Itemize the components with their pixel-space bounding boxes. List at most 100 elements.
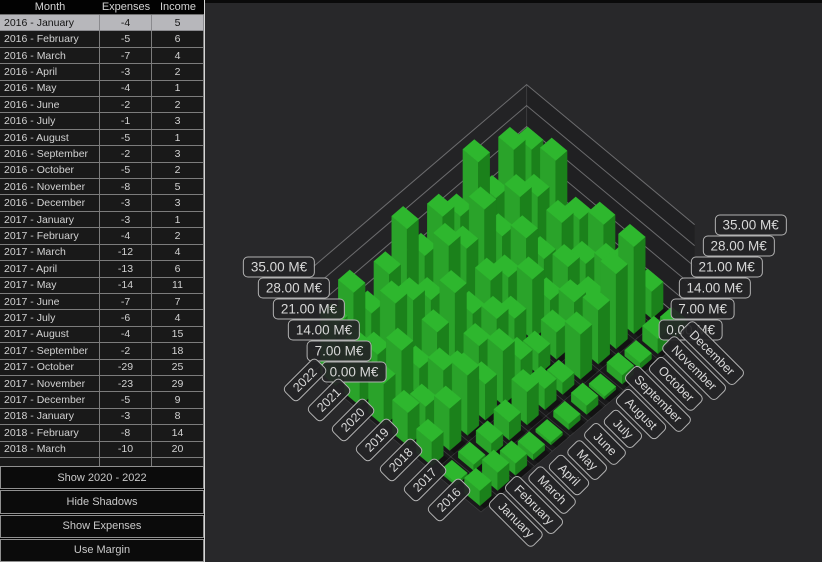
- table-row[interactable]: 2016 - September -2 3: [0, 146, 204, 163]
- table-row[interactable]: 2016 - February -5 6: [0, 31, 204, 48]
- cell-expenses: -3: [100, 64, 152, 81]
- cell-expenses: -8: [100, 425, 152, 442]
- cell-income: 1: [152, 129, 204, 147]
- cell-income: 5: [152, 15, 204, 32]
- cell-month: 2016 - May: [0, 80, 100, 98]
- cell-expenses: -3: [100, 211, 152, 229]
- table-row[interactable]: 2016 - January -4 5: [0, 15, 204, 32]
- table-row[interactable]: 2016 - April -3 2: [0, 64, 204, 81]
- cell-expenses: -2: [100, 97, 152, 114]
- cell-month: 2016 - June: [0, 97, 100, 114]
- cell-expenses: -8: [100, 179, 152, 196]
- table-row[interactable]: 2016 - June -2 2: [0, 97, 204, 114]
- cell-income: 29: [152, 375, 204, 393]
- table-row[interactable]: 2017 - June -7 7: [0, 293, 204, 311]
- table-row[interactable]: 2017 - May -14 11: [0, 277, 204, 294]
- table-row[interactable]: 2017 - December -5 9: [0, 392, 204, 409]
- table-row[interactable]: 2017 - January -3 1: [0, 211, 204, 229]
- cell-expenses: -6: [100, 310, 152, 327]
- cell-expenses: -4: [100, 228, 152, 245]
- cell-income: 2: [152, 97, 204, 114]
- cell-month: [0, 457, 100, 466]
- cell-month: 2018 - February: [0, 425, 100, 442]
- table-row[interactable]: 2017 - February -4 2: [0, 228, 204, 245]
- cell-expenses: -4: [100, 15, 152, 32]
- cell-expenses: -13: [100, 261, 152, 278]
- button-show-2020-2022[interactable]: Show 2020 - 2022: [0, 466, 204, 490]
- button-hide-shadows[interactable]: Hide Shadows: [0, 490, 204, 514]
- cell-expenses: -4: [100, 80, 152, 98]
- cell-expenses: -4: [100, 326, 152, 344]
- bar-chart-3d[interactable]: 0.00 M€ 0.00 M€ 7.00 M€ 7.00 M€ 14.00 M€ 14.0…: [205, 0, 822, 562]
- app-window: Month Expenses Income 2016 - January -4 5 2…: [0, 0, 822, 562]
- cell-income: 3: [152, 113, 204, 130]
- cell-expenses: -23: [100, 375, 152, 393]
- cell-expenses: -3: [100, 195, 152, 212]
- cell-income: [152, 457, 204, 466]
- table-row[interactable]: 2016 - July -1 3: [0, 113, 204, 130]
- cell-expenses: -2: [100, 343, 152, 360]
- table-row[interactable]: 2017 - August -4 15: [0, 326, 204, 344]
- cell-expenses: -5: [100, 162, 152, 180]
- cell-income: 1: [152, 211, 204, 229]
- cell-income: 2: [152, 228, 204, 245]
- table-row[interactable]: 2017 - July -6 4: [0, 310, 204, 327]
- table-row[interactable]: 2016 - August -5 1: [0, 129, 204, 147]
- cell-expenses: -7: [100, 293, 152, 311]
- button-stack: Show 2020 - 2022 Hide Shadows Show Expense…: [0, 466, 204, 562]
- cell-income: 2: [152, 162, 204, 180]
- table-row[interactable]: 2018 - March -10 20: [0, 441, 204, 458]
- cell-expenses: -5: [100, 31, 152, 48]
- cell-income: 15: [152, 326, 204, 344]
- cell-month: 2017 - April: [0, 261, 100, 278]
- table-row[interactable]: 2017 - April -13 6: [0, 261, 204, 278]
- cell-income: 6: [152, 31, 204, 48]
- table-row[interactable]: 2016 - December -3 3: [0, 195, 204, 212]
- cell-income: 14: [152, 425, 204, 442]
- cell-income: 6: [152, 261, 204, 278]
- cell-expenses: -5: [100, 129, 152, 147]
- cell-income: 9: [152, 392, 204, 409]
- cell-month: 2018 - March: [0, 441, 100, 458]
- table-header: Month Expenses Income: [0, 0, 204, 15]
- cell-income: 4: [152, 244, 204, 262]
- data-panel: Month Expenses Income 2016 - January -4 5 2…: [0, 0, 205, 562]
- button-show-expenses[interactable]: Show Expenses: [0, 514, 204, 538]
- column-header-income: Income: [159, 1, 197, 13]
- cell-month: 2016 - April: [0, 64, 100, 81]
- table-row[interactable]: [0, 457, 204, 466]
- cell-expenses: -12: [100, 244, 152, 262]
- cell-month: 2017 - September: [0, 343, 100, 360]
- cell-month: 2016 - November: [0, 179, 100, 196]
- table-row[interactable]: 2016 - May -4 1: [0, 80, 204, 98]
- table-row[interactable]: 2017 - October -29 25: [0, 359, 204, 376]
- cell-income: 11: [152, 277, 204, 294]
- cell-month: 2016 - September: [0, 146, 100, 163]
- table-row[interactable]: 2016 - November -8 5: [0, 179, 204, 196]
- cell-expenses: [100, 457, 152, 466]
- cell-expenses: -2: [100, 146, 152, 163]
- cell-income: 18: [152, 343, 204, 360]
- table-row[interactable]: 2017 - September -2 18: [0, 343, 204, 360]
- cell-month: 2016 - January: [0, 15, 100, 32]
- cell-month: 2017 - November: [0, 375, 100, 393]
- table-row[interactable]: 2018 - February -8 14: [0, 425, 204, 442]
- cell-expenses: -29: [100, 359, 152, 376]
- cell-expenses: -10: [100, 441, 152, 458]
- table-row[interactable]: 2016 - March -7 4: [0, 47, 204, 65]
- table-row[interactable]: 2017 - November -23 29: [0, 375, 204, 393]
- bars-3d-canvas[interactable]: [205, 3, 822, 562]
- cell-month: 2016 - August: [0, 129, 100, 147]
- cell-month: 2017 - October: [0, 359, 100, 376]
- cell-month: 2017 - December: [0, 392, 100, 409]
- cell-month: 2018 - January: [0, 408, 100, 426]
- table-row[interactable]: 2017 - March -12 4: [0, 244, 204, 262]
- cell-month: 2017 - August: [0, 326, 100, 344]
- table-row[interactable]: 2018 - January -3 8: [0, 408, 204, 426]
- cell-month: 2017 - May: [0, 277, 100, 294]
- cell-income: 4: [152, 47, 204, 65]
- button-use-margin[interactable]: Use Margin: [0, 538, 204, 562]
- cell-month: 2016 - March: [0, 47, 100, 65]
- table-row[interactable]: 2016 - October -5 2: [0, 162, 204, 180]
- cell-income: 1: [152, 80, 204, 98]
